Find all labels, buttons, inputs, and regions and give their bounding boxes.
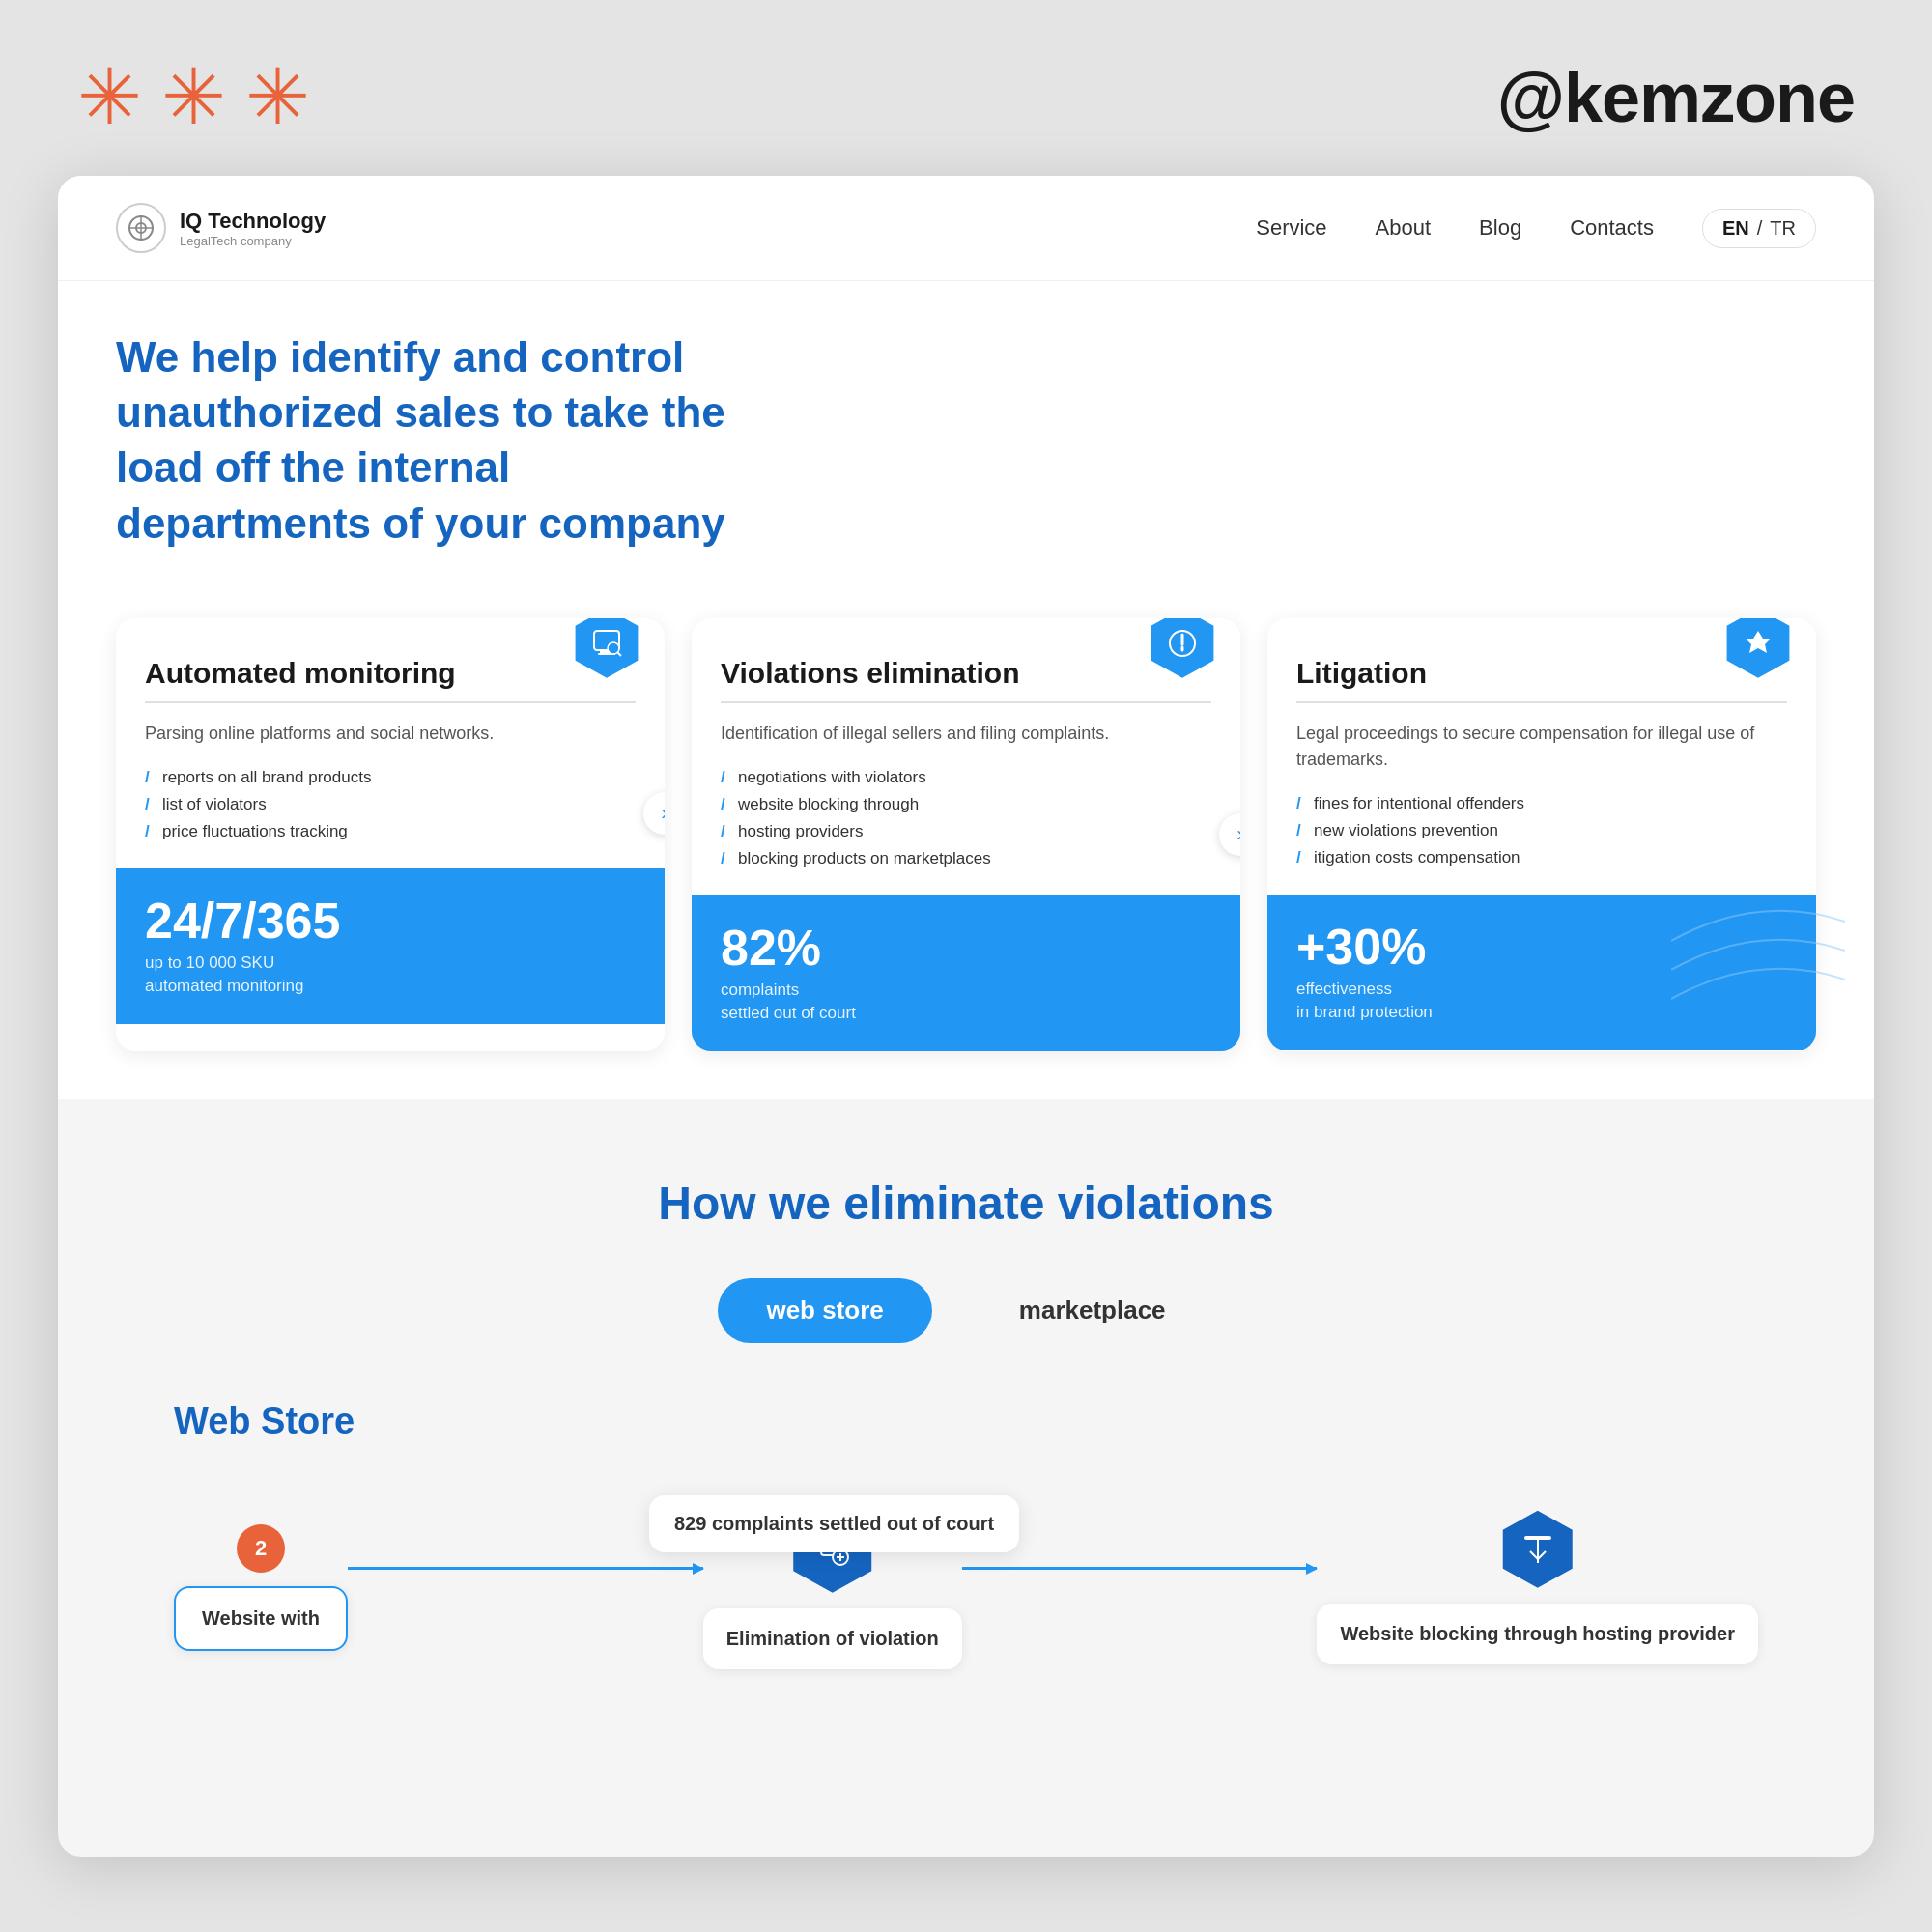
flow-step-3-icon [1499, 1511, 1577, 1588]
nav-blog[interactable]: Blog [1479, 215, 1521, 241]
tab-marketplace[interactable]: marketplace [971, 1278, 1214, 1343]
card-1-list: reports on all brand products list of vi… [145, 764, 636, 845]
card-3-stat-desc-1: effectiveness [1296, 978, 1787, 1001]
flow-step-1: 2 Website with [174, 1524, 348, 1651]
tab-webstore[interactable]: web store [718, 1278, 931, 1343]
browser-window: IQ Technology LegalTech company Service … [58, 176, 1874, 1857]
flow-connector-1 [348, 1567, 703, 1570]
nav-service[interactable]: Service [1256, 215, 1326, 241]
stat-badge: 829 complaints settled out of court [649, 1495, 1019, 1552]
flow-step-1-label: Website with [202, 1607, 320, 1629]
card-2-title: Violations elimination [721, 657, 1211, 690]
flow-step-1-number: 2 [237, 1524, 285, 1573]
card-2-item-1: negotiations with violators [721, 764, 1211, 791]
svg-rect-12 [1524, 1536, 1551, 1540]
kemzone-brand: @kemzone [1497, 58, 1855, 137]
card-2-footer: 82% complaints settled out of court [692, 895, 1240, 1052]
card-1-item-1: reports on all brand products [145, 764, 636, 791]
flow-step-3: Website blocking through hosting provide… [1317, 1511, 1758, 1664]
card-2-stat-big: 82% [721, 923, 1211, 973]
card-3-stat-desc-2: in brand protection [1296, 1001, 1787, 1024]
card-2-stat-desc-2: settled out of court [721, 1002, 1211, 1025]
card-2-item-2: website blocking through [721, 791, 1211, 818]
flow-connector-2 [962, 1567, 1318, 1570]
svg-line-8 [617, 652, 621, 656]
flow-step-3-box: Website blocking through hosting provide… [1317, 1604, 1758, 1664]
webstore-title: Web Store [174, 1401, 1758, 1442]
card-litigation: Litigation Legal proceedings to secure c… [1267, 618, 1816, 1052]
hero-section: We help identify and control unauthorize… [58, 281, 1874, 589]
card-2-list: negotiations with violators website bloc… [721, 764, 1211, 872]
card-1-desc: Parsing online platforms and social netw… [145, 721, 636, 747]
lang-en[interactable]: EN [1722, 217, 1749, 240]
nav-contacts[interactable]: Contacts [1570, 215, 1654, 241]
lang-tr[interactable]: TR [1770, 217, 1796, 240]
nav-about[interactable]: About [1376, 215, 1432, 241]
card-3-list: fines for intentional offenders new viol… [1296, 790, 1787, 871]
card-3-title: Litigation [1296, 657, 1787, 690]
card-automated-monitoring: Automated monitoring Parsing online plat… [116, 618, 665, 1052]
flow-step-2-box: Elimination of violation [703, 1608, 962, 1669]
card-1-footer: 24/7/365 up to 10 000 SKU automated moni… [116, 868, 665, 1025]
card-1-item-3: price fluctuations tracking [145, 818, 636, 845]
card-3-item-2: new violations prevention [1296, 817, 1787, 844]
flow-step-3-label: Website blocking through hosting provide… [1340, 1623, 1735, 1644]
flow-step-1-box: Website with [174, 1586, 348, 1651]
card-1-title: Automated monitoring [145, 657, 636, 690]
webstore-area: Web Store 2 Website with [116, 1401, 1816, 1722]
navigation: IQ Technology LegalTech company Service … [58, 176, 1874, 281]
asterisk-3: ✳ [245, 59, 310, 136]
card-3-desc: Legal proceedings to secure compensation… [1296, 721, 1787, 773]
cards-grid: Automated monitoring Parsing online plat… [116, 618, 1816, 1052]
cards-section: Automated monitoring Parsing online plat… [58, 589, 1874, 1100]
logo-sub: LegalTech company [180, 234, 326, 248]
card-2-desc: Identification of illegal sellers and fi… [721, 721, 1211, 747]
flow-step-2-label: Elimination of violation [726, 1628, 939, 1649]
language-switcher[interactable]: EN / TR [1702, 209, 1816, 248]
card-3-item-1: fines for intentional offenders [1296, 790, 1787, 817]
card-3-item-3: itigation costs compensation [1296, 844, 1787, 871]
top-bar: ✳ ✳ ✳ @kemzone [0, 0, 1932, 176]
logo-text: IQ Technology LegalTech company [180, 209, 326, 248]
stat-badge-label: 829 complaints settled out of court [674, 1513, 994, 1534]
lang-separator: / [1757, 217, 1763, 240]
card-2-item-3: hosting providers [721, 818, 1211, 845]
card-2-divider [721, 701, 1211, 703]
asterisk-1: ✳ [77, 59, 142, 136]
card-violations-elimination: Violations elimination Identification of… [692, 618, 1240, 1052]
card-1-stat-desc-2: automated monitoring [145, 975, 636, 998]
card-2-item-4: blocking products on marketplaces [721, 845, 1211, 872]
asterisk-2: ✳ [161, 59, 226, 136]
logo: IQ Technology LegalTech company [116, 203, 326, 253]
card-1-divider [145, 701, 636, 703]
card-1-stat-desc-1: up to 10 000 SKU [145, 952, 636, 975]
page-wrapper: ✳ ✳ ✳ @kemzone IQ Technology L [0, 0, 1932, 1932]
eliminate-section: How we eliminate violations web store ma… [58, 1099, 1874, 1771]
logo-title: IQ Technology [180, 209, 326, 234]
asterisks-decoration: ✳ ✳ ✳ [77, 59, 310, 136]
tab-buttons: web store marketplace [116, 1278, 1816, 1343]
card-2-stat-desc-1: complaints [721, 979, 1211, 1002]
section-title: How we eliminate violations [116, 1177, 1816, 1230]
hero-title: We help identify and control unauthorize… [116, 329, 773, 551]
card-3-footer: +30% effectiveness in brand protection [1267, 895, 1816, 1051]
logo-icon [116, 203, 166, 253]
nav-links: Service About Blog Contacts EN / TR [1256, 209, 1816, 248]
card-3-stat-big: +30% [1296, 922, 1787, 972]
card-1-stat-big: 24/7/365 [145, 895, 636, 946]
card-3-divider [1296, 701, 1787, 703]
flow-row: 2 Website with [174, 1491, 1758, 1684]
card-1-item-2: list of violators [145, 791, 636, 818]
